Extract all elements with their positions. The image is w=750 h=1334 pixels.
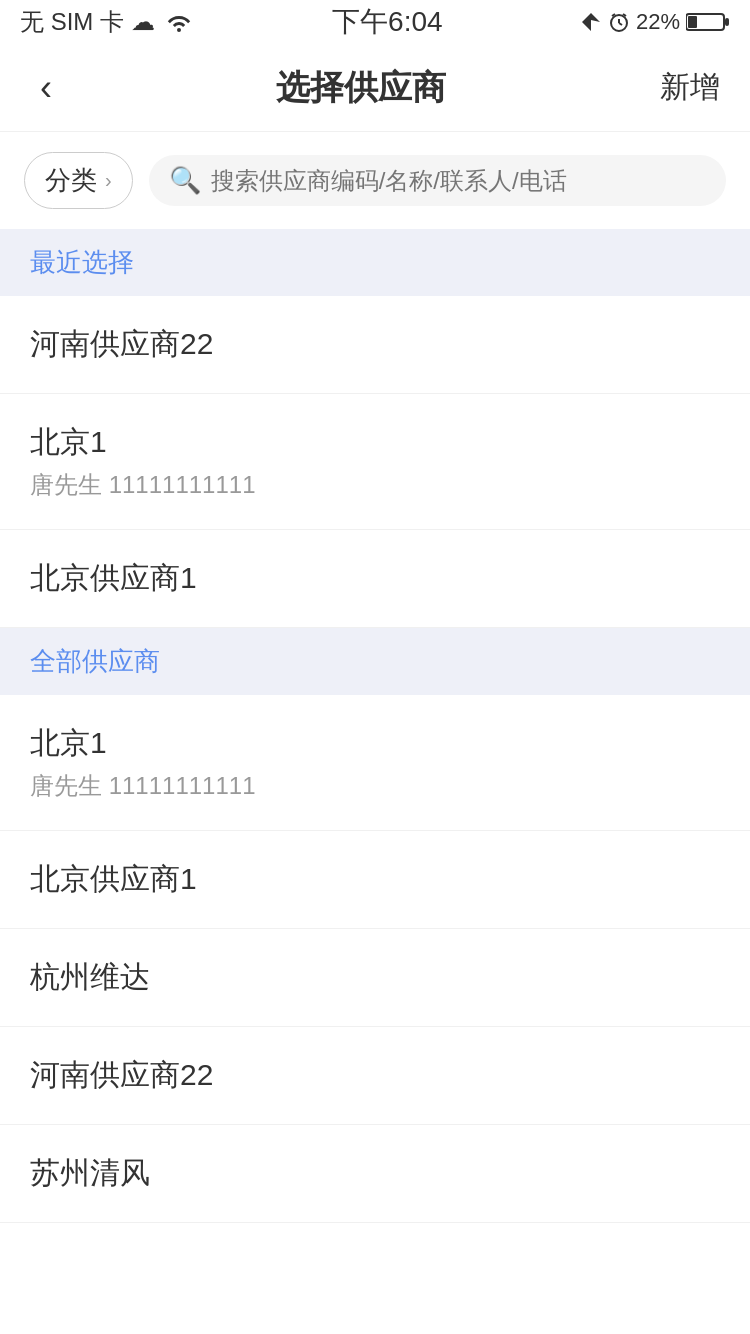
status-left: 无 SIM 卡 ☁ <box>20 6 195 38</box>
list-item[interactable]: 河南供应商22 <box>0 1027 750 1125</box>
svg-rect-6 <box>688 16 697 28</box>
chevron-right-icon: › <box>105 169 112 192</box>
item-name: 杭州维达 <box>30 957 720 998</box>
recent-items-list: 河南供应商22 北京1 唐先生 11111111111 北京供应商1 <box>0 296 750 628</box>
all-section-label: 全部供应商 <box>30 646 160 676</box>
item-detail: 唐先生 11111111111 <box>30 469 720 501</box>
page-title: 选择供应商 <box>276 65 446 111</box>
status-time: 下午6:04 <box>332 3 443 41</box>
all-section-header: 全部供应商 <box>0 628 750 695</box>
list-item[interactable]: 北京供应商1 <box>0 530 750 628</box>
filter-bar: 分类 › 🔍 <box>0 132 750 229</box>
item-name: 苏州清风 <box>30 1153 720 1194</box>
location-icon <box>580 11 602 33</box>
battery-icon <box>686 11 730 33</box>
recent-section-label: 最近选择 <box>30 247 134 277</box>
wifi-icon <box>163 10 195 34</box>
status-right: 22% <box>580 9 730 35</box>
item-name: 北京1 <box>30 723 720 764</box>
back-button[interactable]: ‹ <box>30 57 62 119</box>
list-item[interactable]: 北京1 唐先生 11111111111 <box>0 394 750 530</box>
search-input[interactable] <box>211 167 706 195</box>
list-item[interactable]: 苏州清风 <box>0 1125 750 1223</box>
alarm-icon <box>608 11 630 33</box>
list-item[interactable]: 北京1 唐先生 11111111111 <box>0 695 750 831</box>
all-items-list: 北京1 唐先生 11111111111 北京供应商1 杭州维达 河南供应商22 … <box>0 695 750 1223</box>
status-bar: 无 SIM 卡 ☁ 下午6:04 22% <box>0 0 750 44</box>
item-name: 河南供应商22 <box>30 324 720 365</box>
item-name: 北京1 <box>30 422 720 463</box>
item-name: 北京供应商1 <box>30 558 720 599</box>
svg-rect-7 <box>725 18 729 26</box>
add-button[interactable]: 新增 <box>660 67 720 108</box>
category-label: 分类 <box>45 163 97 198</box>
search-icon: 🔍 <box>169 165 201 196</box>
item-name: 河南供应商22 <box>30 1055 720 1096</box>
list-item[interactable]: 河南供应商22 <box>0 296 750 394</box>
nav-bar: ‹ 选择供应商 新增 <box>0 44 750 132</box>
item-detail: 唐先生 11111111111 <box>30 770 720 802</box>
sim-status: 无 SIM 卡 ☁ <box>20 6 155 38</box>
list-item[interactable]: 北京供应商1 <box>0 831 750 929</box>
recent-section-header: 最近选择 <box>0 229 750 296</box>
battery-label: 22% <box>636 9 680 35</box>
svg-line-2 <box>619 23 622 25</box>
item-name: 北京供应商1 <box>30 859 720 900</box>
search-box[interactable]: 🔍 <box>149 155 726 206</box>
list-item[interactable]: 杭州维达 <box>0 929 750 1027</box>
category-button[interactable]: 分类 › <box>24 152 133 209</box>
